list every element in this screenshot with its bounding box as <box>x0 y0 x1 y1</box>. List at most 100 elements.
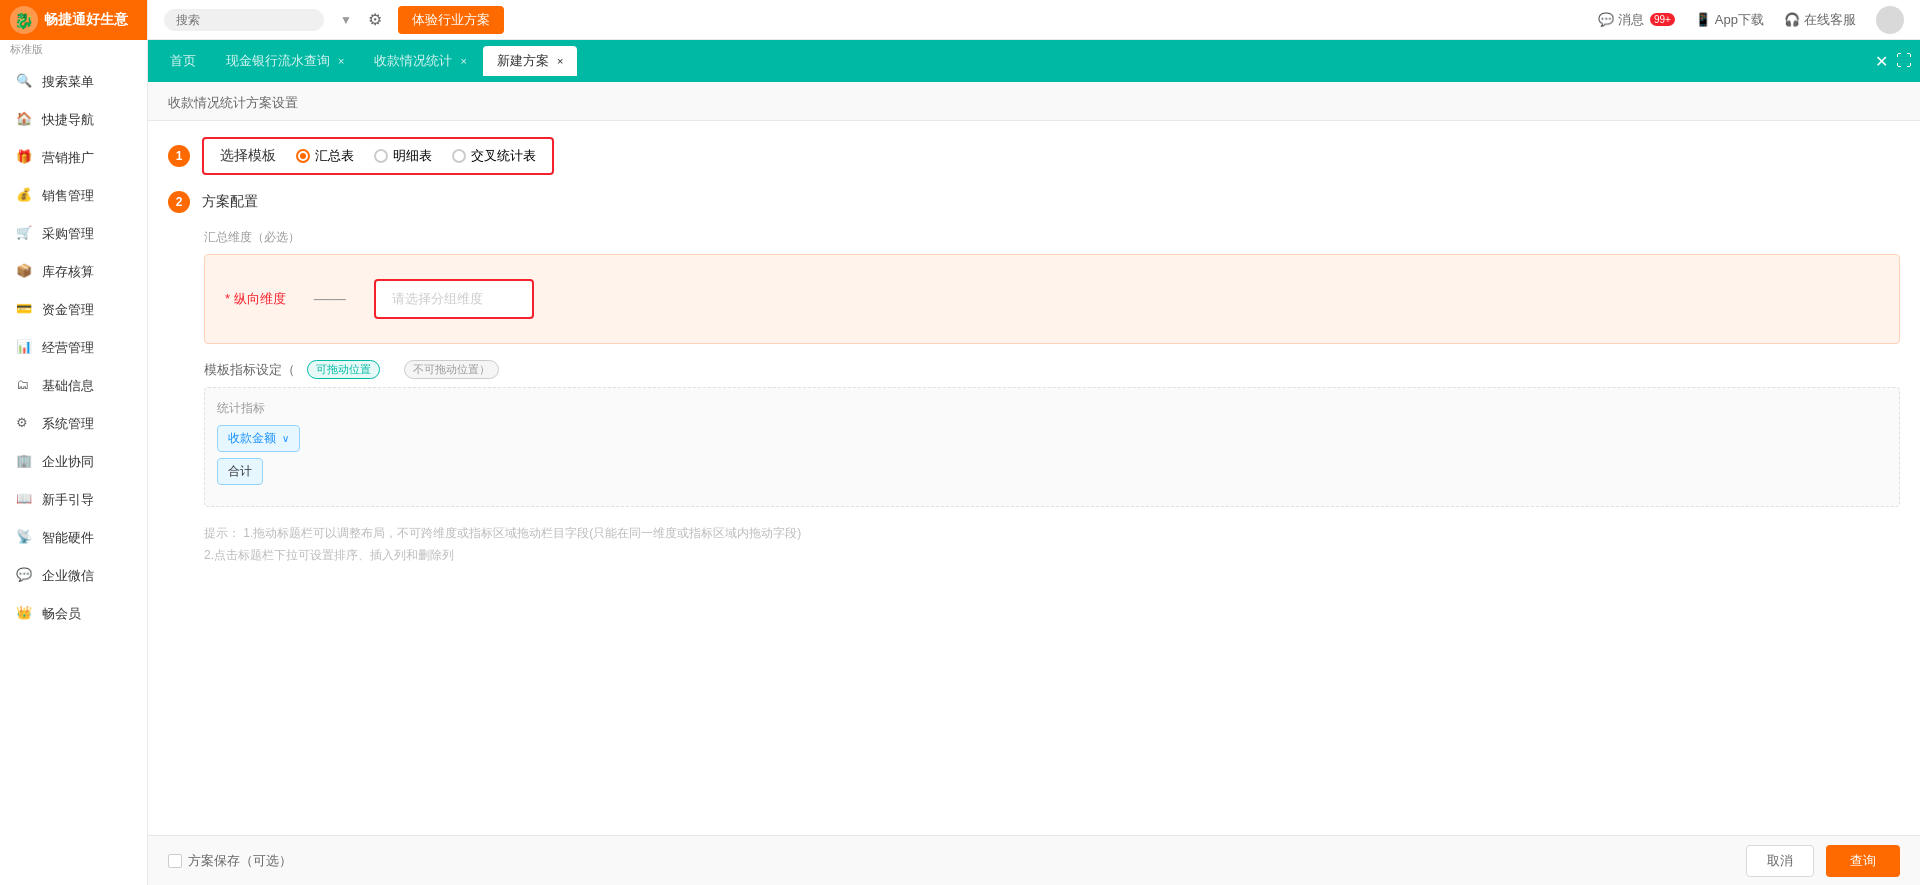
topbar-right: 💬 消息 99+ 📱 App下载 🎧 在线客服 <box>1598 6 1904 34</box>
service-item[interactable]: 🎧 在线客服 <box>1784 11 1856 29</box>
inventory-icon: 📦 <box>16 263 34 281</box>
logo-text: 畅捷通好生意 <box>44 11 128 29</box>
sidebar-item-purchase[interactable]: 🛒 采购管理 <box>0 215 147 253</box>
sidebar-item-operation[interactable]: 📊 经营管理 <box>0 329 147 367</box>
dimension-input[interactable]: 请选择分组维度 <box>374 279 534 319</box>
radio-detail[interactable]: 明细表 <box>374 147 432 165</box>
sidebar-item-basic-info[interactable]: 🗂 基础信息 <box>0 367 147 405</box>
gear-icon[interactable]: ⚙ <box>368 10 382 29</box>
sales-icon: 💰 <box>16 187 34 205</box>
topbar-dropdown[interactable]: ▼ <box>340 13 352 27</box>
bottom-btns: 取消 查询 <box>1746 845 1900 877</box>
tab-close-all-icon[interactable]: ✕ <box>1875 52 1888 71</box>
newbie-icon: 📖 <box>16 491 34 509</box>
sidebar-item-label: 畅会员 <box>42 605 81 623</box>
marketing-icon: 🎁 <box>16 149 34 167</box>
tab-home[interactable]: 首页 <box>156 46 210 76</box>
page-title: 收款情况统计方案设置 <box>168 95 298 110</box>
query-button[interactable]: 查询 <box>1826 845 1900 877</box>
tab-expand-icon[interactable]: ⛶ <box>1896 52 1912 71</box>
dropdown-label: ▼ <box>340 13 352 27</box>
radio-summary[interactable]: 汇总表 <box>296 147 354 165</box>
page-header: 收款情况统计方案设置 <box>148 82 1920 121</box>
sidebar-item-label: 企业微信 <box>42 567 94 585</box>
sidebar-item-label: 快捷导航 <box>42 111 94 129</box>
step2-label: 方案配置 <box>202 193 258 211</box>
app-download-item[interactable]: 📱 App下载 <box>1695 11 1764 29</box>
topbar: ▼ ⚙ 体验行业方案 💬 消息 99+ 📱 App下载 🎧 在线客服 <box>148 0 1920 40</box>
sidebar-item-corp-collab[interactable]: 🏢 企业协同 <box>0 443 147 481</box>
sidebar: 🐉 畅捷通好生意 标准版 🔍 搜索菜单 🏠 快捷导航 🎁 营销推广 💰 销售管理… <box>0 0 148 885</box>
radio-group: 汇总表 明细表 交叉统计表 <box>296 147 536 165</box>
basic-info-icon: 🗂 <box>16 377 34 395</box>
sidebar-logo: 🐉 畅捷通好生意 <box>0 0 147 40</box>
sidebar-item-marketing[interactable]: 🎁 营销推广 <box>0 139 147 177</box>
msg-badge: 99+ <box>1650 13 1675 26</box>
purchase-icon: 🛒 <box>16 225 34 243</box>
system-icon: ⚙ <box>16 415 34 433</box>
quick-nav-icon: 🏠 <box>16 111 34 129</box>
bottom-bar: 方案保存（可选） 取消 查询 <box>148 835 1920 885</box>
content-area: 收款情况统计方案设置 1 选择模板 汇总表 明细表 <box>148 82 1920 835</box>
step1-badge: 1 <box>168 145 190 167</box>
search-input[interactable] <box>164 9 324 31</box>
dimension-section: 汇总维度（必选） * 纵向维度 —— 请选择分组维度 模板指标设定（ 可拖动位置… <box>204 229 1900 507</box>
smart-hw-icon: 📡 <box>16 529 34 547</box>
tab-bank-flow-label: 现金银行流水查询 <box>226 52 330 70</box>
indicator-section-text: 模板指标设定（ <box>204 361 295 379</box>
save-label: 方案保存（可选） <box>188 852 292 870</box>
sidebar-item-label: 采购管理 <box>42 225 94 243</box>
sidebar-item-label: 经营管理 <box>42 339 94 357</box>
tips-section: 提示： 1.拖动标题栏可以调整布局，不可跨维度或指标区域拖动栏目字段(只能在同一… <box>204 523 1864 566</box>
sidebar-item-label: 销售管理 <box>42 187 94 205</box>
industry-btn[interactable]: 体验行业方案 <box>398 6 504 34</box>
sidebar-item-inventory[interactable]: 📦 库存核算 <box>0 253 147 291</box>
sidebar-item-quick-nav[interactable]: 🏠 快捷导航 <box>0 101 147 139</box>
tab-receipt-stat[interactable]: 收款情况统计 × <box>360 46 480 76</box>
vertical-dim-label: * 纵向维度 <box>225 290 286 308</box>
tab-new-plan-close[interactable]: × <box>557 55 563 67</box>
sidebar-item-search-menu[interactable]: 🔍 搜索菜单 <box>0 63 147 101</box>
sidebar-item-sales[interactable]: 💰 销售管理 <box>0 177 147 215</box>
radio-summary-label: 汇总表 <box>315 147 354 165</box>
dimension-area: * 纵向维度 —— 请选择分组维度 <box>204 254 1900 344</box>
save-checkbox[interactable] <box>168 854 182 868</box>
corp-wechat-icon: 💬 <box>16 567 34 585</box>
tip-line2: 2.点击标题栏下拉可设置排序、插入列和删除列 <box>204 545 1864 567</box>
dimension-placeholder: 请选择分组维度 <box>392 290 483 308</box>
indicator-tag-receipt[interactable]: 收款金额 ∨ <box>217 425 300 452</box>
step2-badge: 2 <box>168 191 190 213</box>
operation-icon: 📊 <box>16 339 34 357</box>
sidebar-item-member[interactable]: 👑 畅会员 <box>0 595 147 633</box>
tabbar-controls: ✕ ⛶ <box>1875 52 1912 71</box>
sidebar-item-smart-hw[interactable]: 📡 智能硬件 <box>0 519 147 557</box>
msg-icon: 💬 <box>1598 12 1614 27</box>
main-area: ▼ ⚙ 体验行业方案 💬 消息 99+ 📱 App下载 🎧 在线客服 首页 <box>148 0 1920 885</box>
tabbar: 首页 现金银行流水查询 × 收款情况统计 × 新建方案 × ✕ ⛶ <box>148 40 1920 82</box>
sidebar-item-finance[interactable]: 💳 资金管理 <box>0 291 147 329</box>
step1-row: 1 选择模板 汇总表 明细表 交叉统 <box>168 137 1900 175</box>
cancel-button[interactable]: 取消 <box>1746 845 1814 877</box>
indicator-subtag: 合计 <box>217 458 263 485</box>
radio-cross-label: 交叉统计表 <box>471 147 536 165</box>
avatar[interactable] <box>1876 6 1904 34</box>
tab-bank-flow-close[interactable]: × <box>338 55 344 67</box>
search-menu-icon: 🔍 <box>16 73 34 91</box>
tab-new-plan[interactable]: 新建方案 × <box>483 46 577 76</box>
tab-receipt-stat-close[interactable]: × <box>460 55 466 67</box>
save-option[interactable]: 方案保存（可选） <box>168 852 292 870</box>
msg-item[interactable]: 💬 消息 99+ <box>1598 11 1675 29</box>
logo-sub: 标准版 <box>0 40 147 63</box>
tab-receipt-stat-label: 收款情况统计 <box>374 52 452 70</box>
tab-bank-flow[interactable]: 现金银行流水查询 × <box>212 46 358 76</box>
sidebar-item-system[interactable]: ⚙ 系统管理 <box>0 405 147 443</box>
sidebar-item-label: 资金管理 <box>42 301 94 319</box>
sidebar-item-corp-wechat[interactable]: 💬 企业微信 <box>0 557 147 595</box>
finance-icon: 💳 <box>16 301 34 319</box>
unmovable-tag: 不可拖动位置） <box>404 360 499 379</box>
sidebar-item-newbie[interactable]: 📖 新手引导 <box>0 481 147 519</box>
indicator-label-row: 模板指标设定（ 可拖动位置 不可拖动位置） <box>204 360 1900 379</box>
radio-cross[interactable]: 交叉统计表 <box>452 147 536 165</box>
corp-collab-icon: 🏢 <box>16 453 34 471</box>
tip-line1: 提示： 1.拖动标题栏可以调整布局，不可跨维度或指标区域拖动栏目字段(只能在同一… <box>204 523 1864 545</box>
